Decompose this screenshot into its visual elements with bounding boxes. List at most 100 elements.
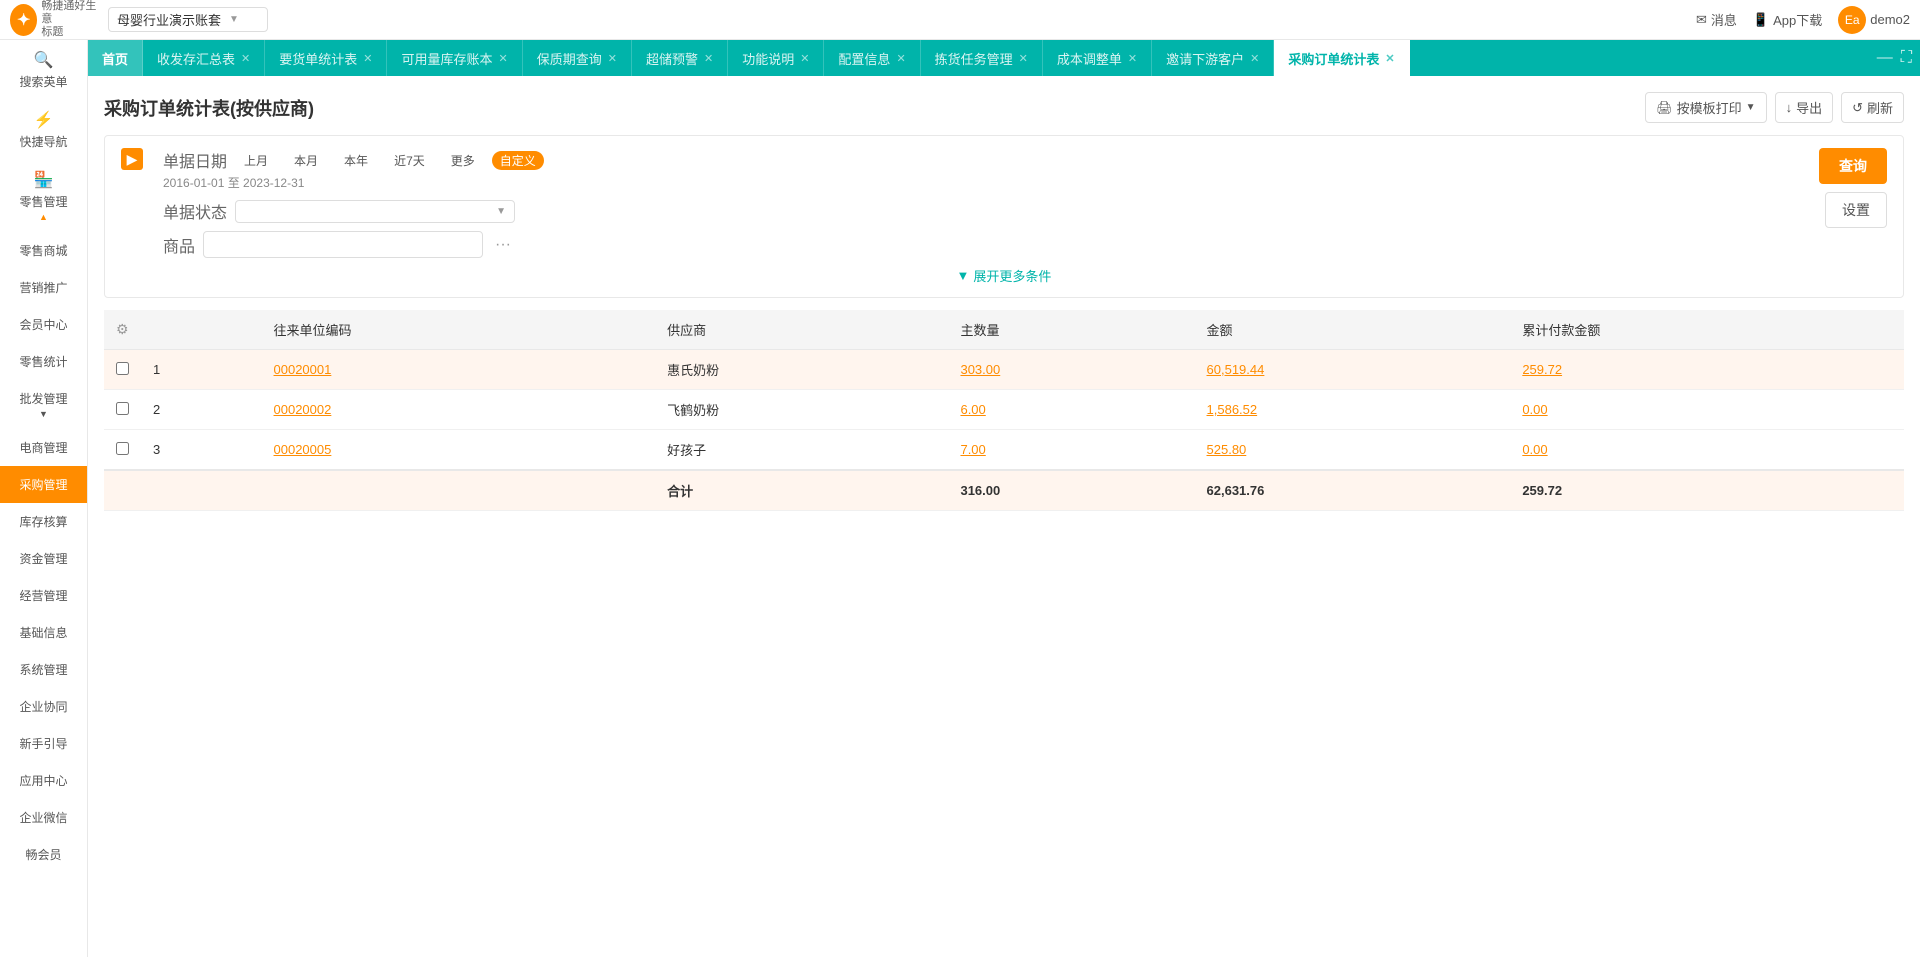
row-quantity[interactable]: 6.00 xyxy=(948,390,1194,430)
sidebar-item-newbie[interactable]: 新手引导 xyxy=(0,725,87,762)
query-btn[interactable]: 查询 xyxy=(1819,148,1887,184)
page-header: 采购订单统计表(按供应商) 🖨 按模板打印 ▼ ↓ 导出 ↺ 刷新 xyxy=(104,92,1904,123)
row-quantity[interactable]: 7.00 xyxy=(948,430,1194,471)
row-paid-amount[interactable]: 0.00 xyxy=(1510,390,1904,430)
sidebar-item-retail-mall[interactable]: 零售商城 xyxy=(0,232,87,269)
date-btn-7days[interactable]: 近7天 xyxy=(385,149,434,172)
sidebar-item-shortcut[interactable]: ⚡ 快捷导航 xyxy=(0,100,87,160)
sidebar-item-finance[interactable]: 资金管理 xyxy=(0,540,87,577)
sidebar-item-purchase[interactable]: 采购管理 xyxy=(0,466,87,503)
row-supplier-code[interactable]: 00020001 xyxy=(262,350,656,390)
row-supplier-name: 惠氏奶粉 xyxy=(655,350,948,390)
avatar: Ea xyxy=(1838,6,1866,34)
minimize-icon[interactable]: — xyxy=(1877,49,1893,67)
close-icon[interactable]: ✕ xyxy=(363,52,372,65)
row-amount[interactable]: 60,519.44 xyxy=(1195,350,1511,390)
sidebar-item-member[interactable]: 会员中心 xyxy=(0,306,87,343)
logo-text: 畅捷通好生意 标题 xyxy=(41,0,98,39)
table-footer-row: 合计 316.00 62,631.76 259.72 xyxy=(104,470,1904,511)
tab-function-desc[interactable]: 功能说明 ✕ xyxy=(728,40,824,76)
sidebar-item-retail[interactable]: 🏪 零售管理 ▲ xyxy=(0,160,87,232)
filter-date-row: 单据日期 上月 本月 本年 近7天 更多 自定义 xyxy=(163,148,1799,172)
sidebar-item-wholesale[interactable]: 批发管理 ▼ xyxy=(0,380,87,429)
message-btn[interactable]: ✉ 消息 xyxy=(1696,10,1737,29)
date-custom-tag[interactable]: 自定义 xyxy=(492,151,544,170)
tab-available-stock[interactable]: 可用量库存账本 ✕ xyxy=(387,40,522,76)
tab-home[interactable]: 首页 xyxy=(88,40,143,76)
row-supplier-code[interactable]: 00020005 xyxy=(262,430,656,471)
row-supplier-code[interactable]: 00020002 xyxy=(262,390,656,430)
date-btn-this-month[interactable]: 本月 xyxy=(285,149,327,172)
export-btn[interactable]: ↓ 导出 xyxy=(1775,92,1834,123)
row-amount[interactable]: 1,586.52 xyxy=(1195,390,1511,430)
row-checkbox[interactable] xyxy=(104,390,141,430)
more-options-icon[interactable]: ··· xyxy=(495,236,511,254)
close-icon[interactable]: ✕ xyxy=(499,52,508,65)
expand-more-btn[interactable]: ▼ 展开更多条件 xyxy=(957,266,1052,285)
tab-picking-task[interactable]: 拣货任务管理 ✕ xyxy=(921,40,1043,76)
table-settings-col[interactable]: ⚙ xyxy=(104,310,141,350)
close-icon[interactable]: ✕ xyxy=(1019,52,1028,65)
row-index: 1 xyxy=(141,350,262,390)
top-right-actions: ✉ 消息 📱 App下载 Ea demo2 xyxy=(1696,6,1910,34)
user-profile-btn[interactable]: Ea demo2 xyxy=(1838,6,1910,34)
tab-purchase-order-stat[interactable]: 采购订单统计表 ✕ xyxy=(1274,40,1409,76)
tab-overstock[interactable]: 超储预警 ✕ xyxy=(632,40,728,76)
tab-cost-adjust[interactable]: 成本调整单 ✕ xyxy=(1043,40,1152,76)
tab-expiry-query[interactable]: 保质期查询 ✕ xyxy=(523,40,632,76)
sidebar-item-app-center[interactable]: 应用中心 xyxy=(0,762,87,799)
sidebar-item-ecommerce[interactable]: 电商管理 xyxy=(0,429,87,466)
maximize-icon[interactable]: ⛶ xyxy=(1901,49,1912,67)
settings-btn[interactable]: 设置 xyxy=(1825,192,1887,228)
sidebar-item-operation[interactable]: 经营管理 xyxy=(0,577,87,614)
workspace-selector[interactable]: 母婴行业演示账套 ▼ xyxy=(108,7,268,32)
tab-config-info[interactable]: 配置信息 ✕ xyxy=(824,40,920,76)
goods-input[interactable] xyxy=(203,231,483,258)
filter-main-row: ▶ 单据日期 上月 本月 本年 近7天 更多 自定义 2016-01-01 至 xyxy=(121,148,1887,258)
row-quantity[interactable]: 303.00 xyxy=(948,350,1194,390)
date-btn-more[interactable]: 更多 xyxy=(442,149,484,172)
row-checkbox[interactable] xyxy=(104,430,141,471)
table-row[interactable]: 2 00020002 飞鹤奶粉 6.00 1,586.52 0.00 xyxy=(104,390,1904,430)
page-title: 采购订单统计表(按供应商) xyxy=(104,95,314,121)
sidebar-item-basic[interactable]: 基础信息 xyxy=(0,614,87,651)
col-amount: 金额 xyxy=(1195,310,1511,350)
close-icon[interactable]: ✕ xyxy=(800,52,809,65)
template-print-btn[interactable]: 🖨 按模板打印 ▼ xyxy=(1645,92,1766,123)
close-icon[interactable]: ✕ xyxy=(608,52,617,65)
table-row[interactable]: 1 00020001 惠氏奶粉 303.00 60,519.44 259.72 xyxy=(104,350,1904,390)
tab-receive-send[interactable]: 收发存汇总表 ✕ xyxy=(143,40,265,76)
row-amount[interactable]: 525.80 xyxy=(1195,430,1511,471)
filter-goods-row: 商品 ··· xyxy=(163,231,1799,258)
sidebar-item-vip[interactable]: 畅会员 xyxy=(0,836,87,873)
date-btn-this-year[interactable]: 本年 xyxy=(335,149,377,172)
app-download-btn[interactable]: 📱 App下载 xyxy=(1753,10,1822,29)
close-icon[interactable]: ✕ xyxy=(1385,52,1394,65)
sidebar-item-enterprise[interactable]: 企业协同 xyxy=(0,688,87,725)
close-icon[interactable]: ✕ xyxy=(704,52,713,65)
sidebar-item-inventory[interactable]: 库存核算 xyxy=(0,503,87,540)
table-row[interactable]: 3 00020005 好孩子 7.00 525.80 0.00 xyxy=(104,430,1904,471)
row-checkbox[interactable] xyxy=(104,350,141,390)
close-icon[interactable]: ✕ xyxy=(1250,52,1259,65)
row-paid-amount[interactable]: 0.00 xyxy=(1510,430,1904,471)
date-btn-last-month[interactable]: 上月 xyxy=(235,149,277,172)
tab-purchase-stat[interactable]: 要货单统计表 ✕ xyxy=(265,40,387,76)
row-supplier-name: 飞鹤奶粉 xyxy=(655,390,948,430)
sidebar-item-search[interactable]: 🔍 搜索英单 xyxy=(0,40,87,100)
filter-toggle-btn[interactable]: ▶ xyxy=(121,148,143,170)
table-header-row: ⚙ 往来单位编码 供应商 主数量 金额 累计付款金额 xyxy=(104,310,1904,350)
sidebar-item-enterprise-wx[interactable]: 企业微信 xyxy=(0,799,87,836)
chevron-down-icon: ▼ xyxy=(1746,102,1756,113)
header-actions: 🖨 按模板打印 ▼ ↓ 导出 ↺ 刷新 xyxy=(1645,92,1904,123)
row-paid-amount[interactable]: 259.72 xyxy=(1510,350,1904,390)
refresh-btn[interactable]: ↺ 刷新 xyxy=(1841,92,1904,123)
close-icon[interactable]: ✕ xyxy=(241,52,250,65)
tab-invite-downstream[interactable]: 邀请下游客户 ✕ xyxy=(1152,40,1274,76)
close-icon[interactable]: ✕ xyxy=(1128,52,1137,65)
close-icon[interactable]: ✕ xyxy=(896,52,905,65)
sidebar-item-retail-stat[interactable]: 零售统计 xyxy=(0,343,87,380)
sidebar-item-system[interactable]: 系统管理 xyxy=(0,651,87,688)
status-select[interactable]: ▼ xyxy=(235,200,515,223)
sidebar-item-marketing[interactable]: 营销推广 xyxy=(0,269,87,306)
